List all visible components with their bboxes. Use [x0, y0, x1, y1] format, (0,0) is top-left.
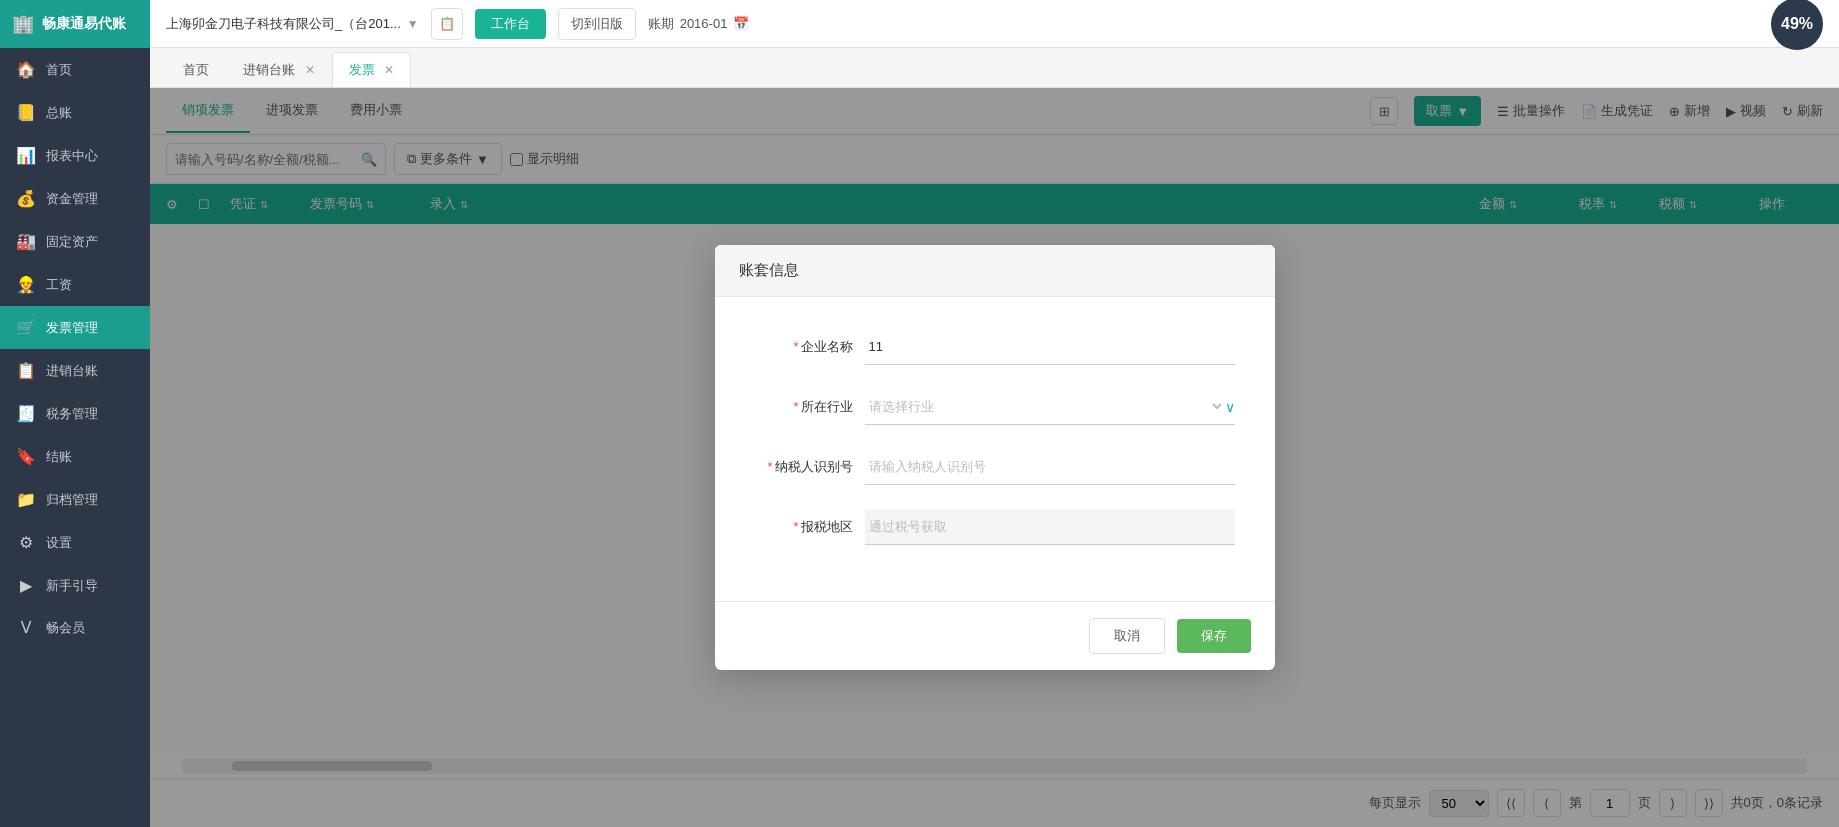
speed-widget: 49% ▲ 8.5K/s ▼ 2.6K/s: [1771, 0, 1823, 50]
save-button[interactable]: 保存: [1177, 619, 1251, 653]
home-icon: 🏠: [16, 60, 36, 79]
tab-home[interactable]: 首页: [166, 52, 226, 87]
copy-button[interactable]: 📋: [431, 8, 463, 40]
industry-select-wrap[interactable]: 请选择行业 ∨: [865, 389, 1235, 425]
tab-home-label: 首页: [183, 62, 209, 77]
capital-icon: 💰: [16, 189, 36, 208]
app-logo: 🏢 畅康通易代账: [0, 0, 150, 48]
sidebar-item-salestrade[interactable]: 📋 进销台账: [0, 349, 150, 392]
workbench-button[interactable]: 工作台: [475, 9, 546, 39]
company-name-label: *企业名称: [755, 338, 865, 356]
sidebar-item-label: 固定资产: [46, 233, 98, 251]
sidebar-item-guide[interactable]: ▶ 新手引导: [0, 564, 150, 607]
cancel-button[interactable]: 取消: [1089, 618, 1165, 654]
sidebar-item-label: 报表中心: [46, 147, 98, 165]
sidebar-item-label: 总账: [46, 104, 72, 122]
archive-icon: 📁: [16, 490, 36, 509]
main-area: 上海卯金刀电子科技有限公司_（台201... ▼ 📋 工作台 切到旧版 账期 2…: [150, 0, 1839, 827]
tab-invoice-close[interactable]: ✕: [384, 63, 394, 77]
account-info-modal: 账套信息 *企业名称 *所在行业: [715, 245, 1275, 670]
modal-footer: 取消 保存: [715, 601, 1275, 670]
sidebar-item-label: 归档管理: [46, 491, 98, 509]
settings-icon: ⚙: [16, 533, 36, 552]
sidebar-item-home[interactable]: 🏠 首页: [0, 48, 150, 91]
required-mark-taxid: *: [767, 459, 772, 474]
modal-header: 账套信息: [715, 245, 1275, 297]
tab-invoice[interactable]: 发票 ✕: [332, 52, 412, 87]
required-mark: *: [793, 339, 798, 354]
tab-salestrade[interactable]: 进销台账 ✕: [226, 52, 332, 87]
period-value: 2016-01: [680, 16, 728, 31]
modal-row-industry: *所在行业 请选择行业 ∨: [755, 389, 1235, 425]
company-name-input[interactable]: [865, 329, 1235, 365]
sidebar-item-label: 进销台账: [46, 362, 98, 380]
sidebar: 🏢 畅康通易代账 🏠 首页 📒 总账 📊 报表中心 💰 资金管理 🏭: [0, 0, 150, 827]
modal-row-company: *企业名称: [755, 329, 1235, 365]
sidebar-item-taxmgr[interactable]: 🧾 税务管理: [0, 392, 150, 435]
sidebar-item-assets[interactable]: 🏭 固定资产: [0, 220, 150, 263]
sidebar-item-salary[interactable]: 👷 工资: [0, 263, 150, 306]
company-name: 上海卯金刀电子科技有限公司_（台201...: [166, 15, 401, 33]
old-version-button[interactable]: 切到旧版: [558, 8, 636, 40]
tab-invoice-label: 发票: [349, 62, 375, 77]
logo-icon: 🏢: [12, 13, 34, 35]
sidebar-item-label: 资金管理: [46, 190, 98, 208]
topbar: 上海卯金刀电子科技有限公司_（台201... ▼ 📋 工作台 切到旧版 账期 2…: [150, 0, 1839, 48]
industry-select[interactable]: 请选择行业: [865, 398, 1225, 415]
speed-percent: 49%: [1781, 15, 1813, 33]
company-dropdown-icon[interactable]: ▼: [407, 17, 419, 31]
sidebar-item-label: 发票管理: [46, 319, 98, 337]
sidebar-item-capital[interactable]: 💰 资金管理: [0, 177, 150, 220]
content-area: 销项发票 进项发票 费用小票 ⊞ 取票 ▼ ☰ 批量操作: [150, 88, 1839, 827]
sidebar-item-label: 畅会员: [46, 619, 85, 637]
required-mark-industry: *: [793, 399, 798, 414]
sidebar-item-settle[interactable]: 🔖 结账: [0, 435, 150, 478]
taxregion-placeholder: 通过税号获取: [869, 518, 947, 536]
modal-title: 账套信息: [739, 261, 799, 278]
taxid-input[interactable]: [865, 449, 1235, 485]
industry-dropdown-icon: ∨: [1225, 399, 1235, 415]
modal-row-taxregion: *报税地区 通过税号获取: [755, 509, 1235, 545]
tab-salestrade-label: 进销台账: [243, 62, 295, 77]
modal-overlay: 账套信息 *企业名称 *所在行业: [150, 88, 1839, 827]
company-info: 上海卯金刀电子科技有限公司_（台201... ▼: [166, 15, 419, 33]
sidebar-item-member[interactable]: V 畅会员: [0, 607, 150, 649]
modal-body: *企业名称 *所在行业 请选择行业: [715, 297, 1275, 601]
sidebar-item-label: 首页: [46, 61, 72, 79]
sidebar-item-settings[interactable]: ⚙ 设置: [0, 521, 150, 564]
member-icon: V: [16, 619, 36, 637]
sidebar-item-label: 税务管理: [46, 405, 98, 423]
taxregion-field: 通过税号获取: [865, 509, 1235, 545]
sidebar-item-archive[interactable]: 📁 归档管理: [0, 478, 150, 521]
guide-icon: ▶: [16, 576, 36, 595]
period-info: 账期 2016-01 📅: [648, 15, 750, 33]
taxregion-label: *报税地区: [755, 518, 865, 536]
sidebar-item-ledger[interactable]: 📒 总账: [0, 91, 150, 134]
salary-icon: 👷: [16, 275, 36, 294]
app-name: 畅康通易代账: [42, 15, 126, 33]
taxid-label: *纳税人识别号: [755, 458, 865, 476]
required-mark-taxregion: *: [793, 519, 798, 534]
taxmgr-icon: 🧾: [16, 404, 36, 423]
settle-icon: 🔖: [16, 447, 36, 466]
sidebar-item-label: 新手引导: [46, 577, 98, 595]
sidebar-item-label: 设置: [46, 534, 72, 552]
invoice-icon: 🛒: [16, 318, 36, 337]
calendar-icon[interactable]: 📅: [733, 16, 749, 31]
report-icon: 📊: [16, 146, 36, 165]
assets-icon: 🏭: [16, 232, 36, 251]
industry-label: *所在行业: [755, 398, 865, 416]
ledger-icon: 📒: [16, 103, 36, 122]
sidebar-nav: 🏠 首页 📒 总账 📊 报表中心 💰 资金管理 🏭 固定资产 👷 工资: [0, 48, 150, 827]
tab-salestrade-close[interactable]: ✕: [305, 63, 315, 77]
sidebar-item-label: 工资: [46, 276, 72, 294]
tab-bar: 首页 进销台账 ✕ 发票 ✕: [150, 48, 1839, 88]
salestrade-icon: 📋: [16, 361, 36, 380]
period-label: 账期: [648, 15, 674, 33]
sidebar-item-label: 结账: [46, 448, 72, 466]
sidebar-item-invoice[interactable]: 🛒 发票管理: [0, 306, 150, 349]
modal-row-taxid: *纳税人识别号: [755, 449, 1235, 485]
sidebar-item-report[interactable]: 📊 报表中心: [0, 134, 150, 177]
speed-circle: 49%: [1771, 0, 1823, 50]
